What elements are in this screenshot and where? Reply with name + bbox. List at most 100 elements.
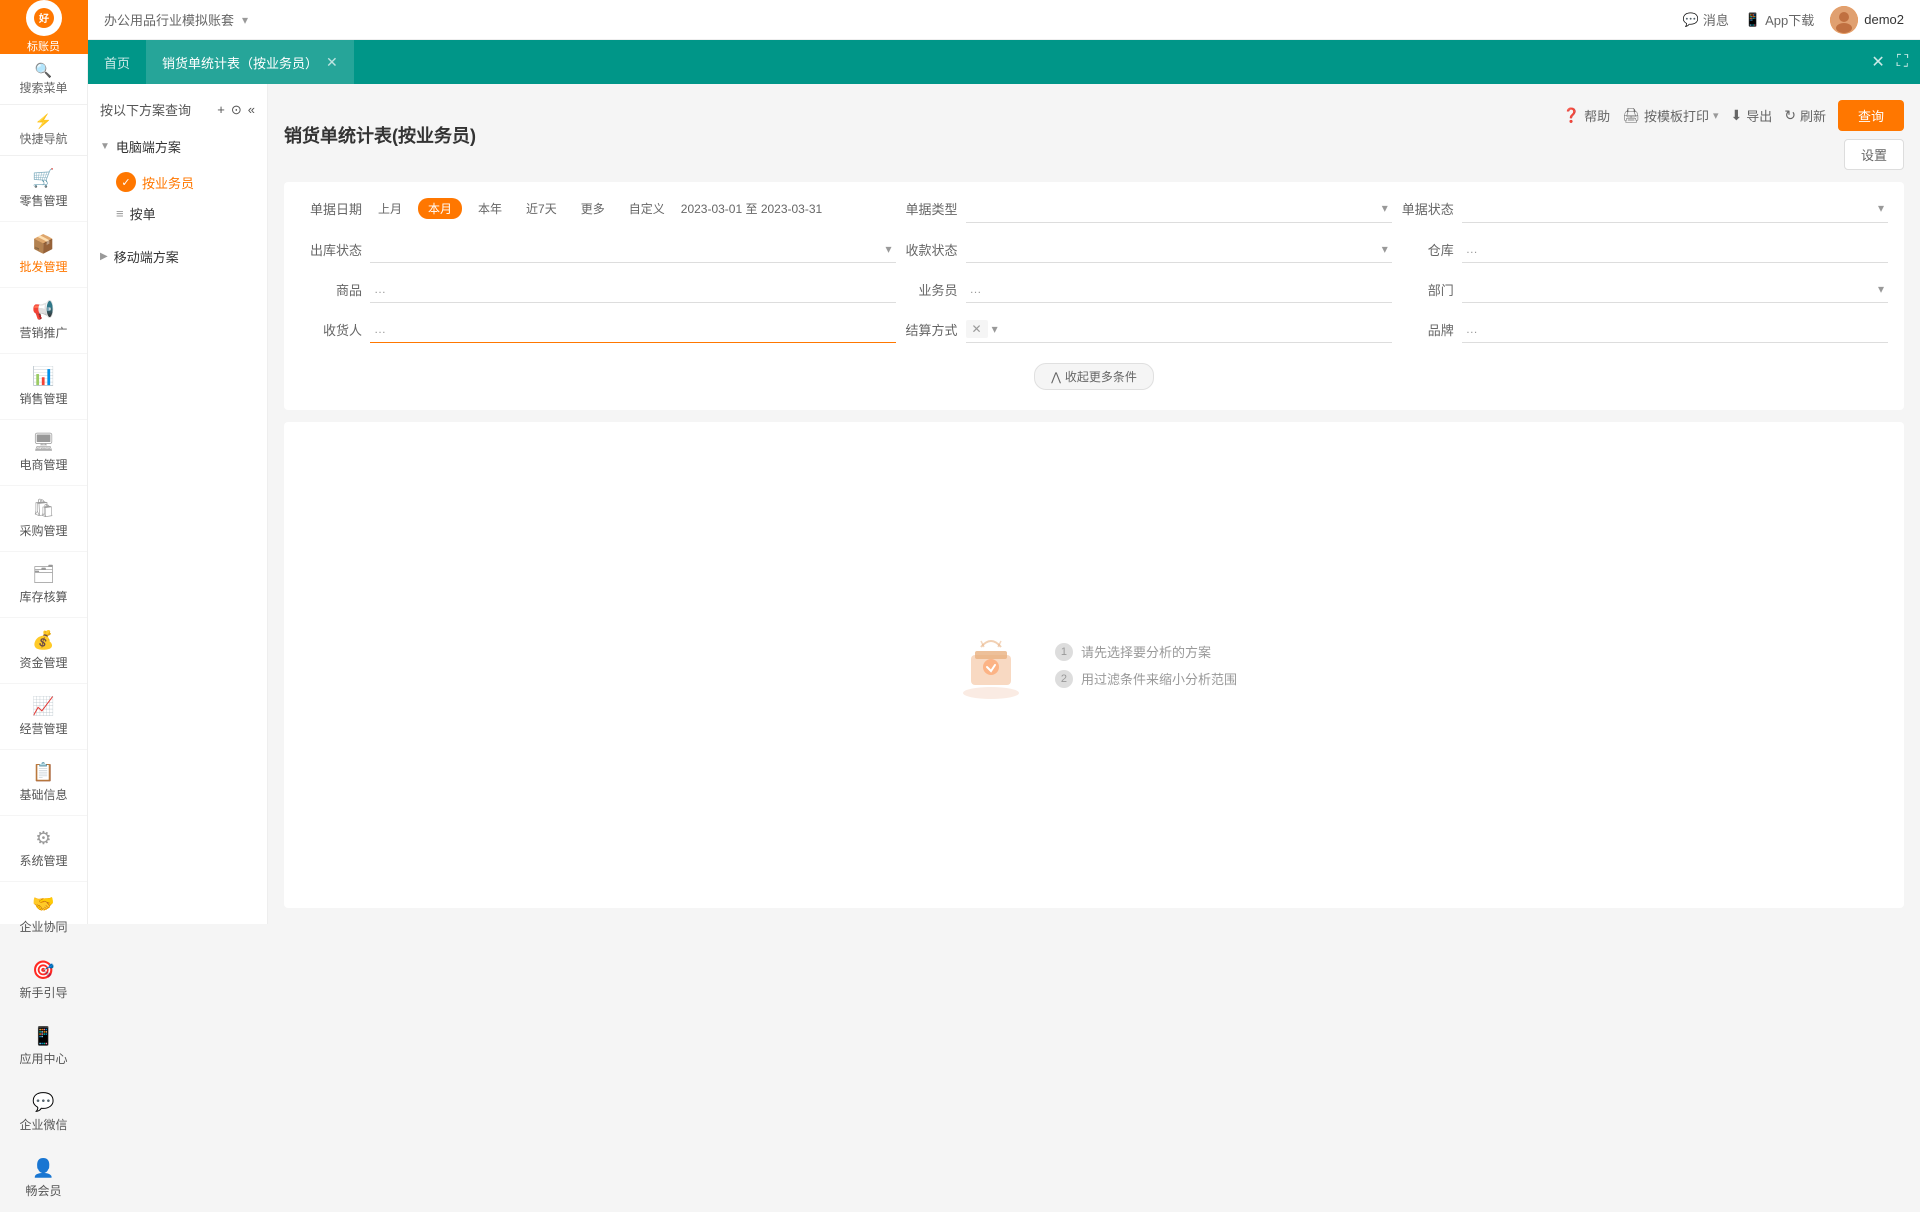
content: 按以下方案查询 + ⊙ « ▼ 电脑端方案 ✓ 按业务员 <box>88 84 1920 924</box>
salesman-more[interactable]: … <box>970 282 982 296</box>
pay-status-control[interactable]: ▾ <box>966 235 1392 263</box>
doc-status-control[interactable]: ▾ <box>1462 195 1888 223</box>
sidebar-item-retail[interactable]: 🛒 零售管理 <box>0 156 87 222</box>
page-action-area: ❓ 帮助 🖨 按模板打印 ▾ ⬇ 导出 ↻ <box>1563 100 1904 170</box>
doc-status-select[interactable]: ▾ <box>1462 201 1888 215</box>
date-last-month[interactable]: 上月 <box>370 198 410 219</box>
sidebar-item-basic[interactable]: 📋 基础信息 <box>0 750 87 816</box>
tab-close-button[interactable]: ✕ <box>326 54 338 71</box>
guide-label: 新手引导 <box>0 984 87 1001</box>
message-icon: 💬 <box>1683 12 1699 28</box>
sidebar-item-wholesale[interactable]: 📦 批发管理 <box>0 222 87 288</box>
date-this-year[interactable]: 本年 <box>470 198 510 219</box>
order-label: 按单 <box>130 204 156 223</box>
settle-tag-close[interactable]: ✕ <box>972 322 982 336</box>
doc-type-arrow: ▾ <box>1382 201 1388 215</box>
basic-label: 基础信息 <box>0 786 87 803</box>
dept-label: 部门 <box>1392 280 1462 299</box>
tab-report[interactable]: 销货单统计表（按业务员） ✕ <box>146 40 354 84</box>
filter-doc-status: 单据状态 ▾ <box>1392 195 1888 223</box>
schema-order-item[interactable]: ≡ 按单 <box>116 198 267 229</box>
doc-type-control[interactable]: ▾ <box>966 195 1392 223</box>
warehouse-more[interactable]: … <box>1466 242 1478 256</box>
date-this-month[interactable]: 本月 <box>418 198 462 219</box>
left-panel: 按以下方案查询 + ⊙ « ▼ 电脑端方案 ✓ 按业务员 <box>88 84 268 924</box>
sidebar-item-guide[interactable]: 🎯 新手引导 <box>0 948 87 1014</box>
filter-receiver: 收货人 … <box>300 315 896 343</box>
quick-nav[interactable]: ⚡ 快捷导航 <box>0 105 87 156</box>
date-more[interactable]: 更多 <box>573 198 613 219</box>
breadcrumb-arrow[interactable]: ▾ <box>242 13 248 27</box>
topbar-right: 💬 消息 📱 App下载 demo2 <box>1683 6 1904 34</box>
user-menu[interactable]: demo2 <box>1830 6 1904 34</box>
sidebar-item-enterprise[interactable]: 🤝 企业协同 <box>0 882 87 948</box>
finance-label: 资金管理 <box>0 654 87 671</box>
sidebar-item-operation[interactable]: 📈 经营管理 <box>0 684 87 750</box>
sidebar-item-finance[interactable]: 💰 资金管理 <box>0 618 87 684</box>
mobile-schema-group: ▶ 移动端方案 <box>88 237 267 276</box>
salesman-control[interactable]: … <box>966 275 1392 303</box>
help-button[interactable]: ❓ 帮助 <box>1563 106 1610 125</box>
sidebar-item-sales[interactable]: 📊 销售管理 <box>0 354 87 420</box>
export-icon: ⬇ <box>1730 107 1742 124</box>
date-custom[interactable]: 自定义 <box>621 198 673 219</box>
tip-text-1: 请先选择要分析的方案 <box>1081 642 1211 661</box>
tabbar: 首页 销货单统计表（按业务员） ✕ ✕ ⛶ <box>88 40 1920 84</box>
dept-select[interactable]: ▾ <box>1462 282 1888 296</box>
doc-status-arrow: ▾ <box>1878 201 1884 215</box>
sidebar-item-purchase[interactable]: 🛍 采购管理 <box>0 486 87 552</box>
logo-text: 标账员 <box>27 38 60 54</box>
tip-num-2: 2 <box>1055 670 1073 688</box>
filter-row-1: 单据日期 上月 本月 本年 近7天 更多 自定义 2023-03-01 至 20… <box>300 194 1888 223</box>
sidebar-item-inventory[interactable]: 🗂 库存核算 <box>0 552 87 618</box>
brand-more[interactable]: … <box>1466 322 1478 336</box>
doc-type-select[interactable]: ▾ <box>966 201 1392 215</box>
filter-out-status: 出库状态 ▾ <box>300 235 896 263</box>
app-label: App下载 <box>1765 10 1814 29</box>
sidebar: 好 标账员 🔍 搜索菜单 ⚡ 快捷导航 🛒 零售管理 📦 批发管理 📢 营销推广… <box>0 0 88 924</box>
schema-add-icon[interactable]: + <box>217 102 225 118</box>
username-label: demo2 <box>1864 12 1904 27</box>
wechat-icon: 💬 <box>0 1092 87 1113</box>
schema-collapse-icon[interactable]: « <box>248 102 255 118</box>
out-status-control[interactable]: ▾ <box>370 235 896 263</box>
topbar: 办公用品行业模拟账套 ▾ 💬 消息 📱 App下载 demo2 <box>88 0 1920 40</box>
query-button[interactable]: 查询 <box>1838 100 1904 131</box>
warehouse-control[interactable]: … <box>1462 235 1888 263</box>
sidebar-item-ecommerce[interactable]: 🖥 电商管理 <box>0 420 87 486</box>
sidebar-item-appstore[interactable]: 📱 应用中心 <box>0 1014 87 1080</box>
receiver-more[interactable]: … <box>374 322 386 336</box>
logo-icon: 好 <box>26 0 62 36</box>
message-button[interactable]: 💬 消息 <box>1683 10 1729 29</box>
brand-control[interactable]: … <box>1462 315 1888 343</box>
sidebar-item-wechat[interactable]: 💬 企业微信 <box>0 1080 87 1146</box>
tab-home[interactable]: 首页 <box>88 40 146 84</box>
receiver-control[interactable]: … <box>370 315 896 343</box>
goods-more[interactable]: … <box>374 282 386 296</box>
print-button[interactable]: 🖨 按模板打印 ▾ <box>1622 106 1718 125</box>
setting-button[interactable]: 设置 <box>1844 139 1904 170</box>
dept-control[interactable]: ▾ <box>1462 275 1888 303</box>
settle-control[interactable]: ✕ ▾ <box>966 315 1392 343</box>
pc-schema-header[interactable]: ▼ 电脑端方案 <box>88 131 267 162</box>
sidebar-item-system[interactable]: ⚙ 系统管理 <box>0 816 87 882</box>
sidebar-item-member[interactable]: 👤 畅会员 <box>0 1146 87 1212</box>
search-menu[interactable]: 🔍 搜索菜单 <box>0 54 87 105</box>
mobile-schema-header[interactable]: ▶ 移动端方案 <box>88 241 267 272</box>
filter-salesman: 业务员 … <box>896 275 1392 303</box>
collapse-button[interactable]: ⋀ 收起更多条件 <box>1034 363 1154 390</box>
refresh-button[interactable]: ↻ 刷新 <box>1784 106 1826 125</box>
schema-salesman-item[interactable]: ✓ 按业务员 <box>116 166 267 198</box>
sidebar-item-marketing[interactable]: 📢 营销推广 <box>0 288 87 354</box>
date-7days[interactable]: 近7天 <box>518 198 565 219</box>
tab-expand-button[interactable]: ⛶ <box>1893 49 1912 75</box>
export-button[interactable]: ⬇ 导出 <box>1730 106 1772 125</box>
goods-control[interactable]: … <box>370 275 896 303</box>
out-status-select[interactable]: ▾ <box>370 242 896 256</box>
filter-goods: 商品 … <box>300 275 896 303</box>
schema-edit-icon[interactable]: ⊙ <box>231 102 242 118</box>
app-download-button[interactable]: 📱 App下载 <box>1745 10 1814 29</box>
tab-close-all-button[interactable]: ✕ <box>1867 48 1888 76</box>
ecommerce-label: 电商管理 <box>0 456 87 473</box>
pay-status-select[interactable]: ▾ <box>966 242 1392 256</box>
